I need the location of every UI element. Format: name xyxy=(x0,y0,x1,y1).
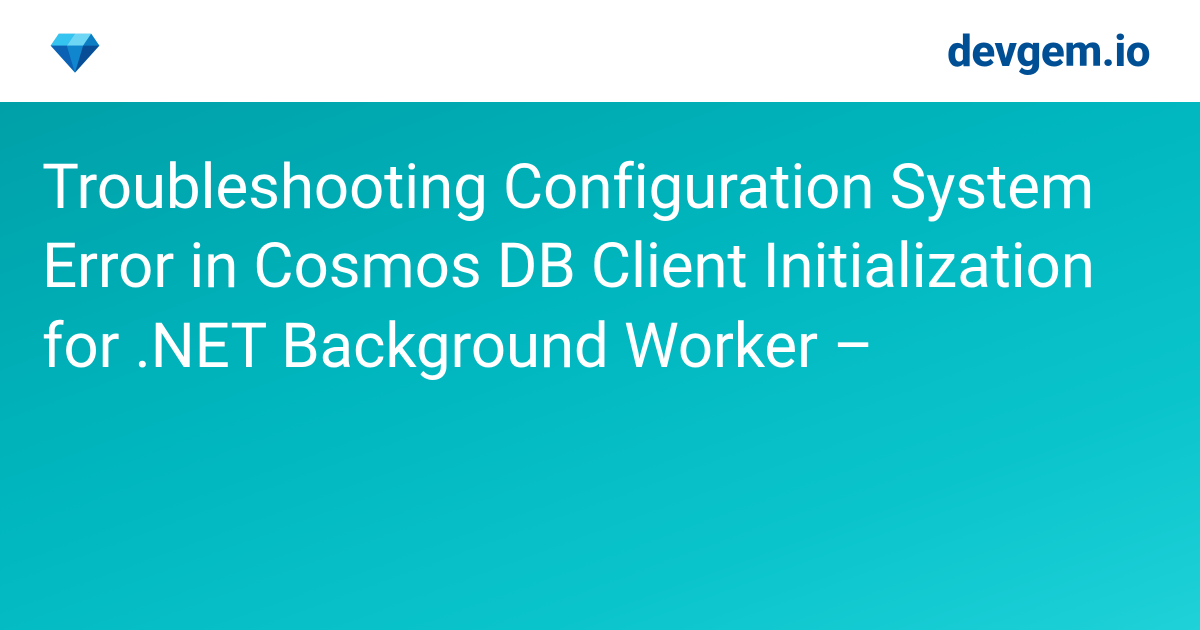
social-card: devgem.io Troubleshooting Configuration … xyxy=(0,0,1200,630)
brand-wordmark: devgem.io xyxy=(947,29,1150,73)
hero-panel: Troubleshooting Configuration System Err… xyxy=(0,102,1200,630)
page-title: Troubleshooting Configuration System Err… xyxy=(42,148,1158,386)
header: devgem.io xyxy=(0,0,1200,102)
site-logo xyxy=(48,24,102,78)
gem-icon xyxy=(48,24,102,78)
